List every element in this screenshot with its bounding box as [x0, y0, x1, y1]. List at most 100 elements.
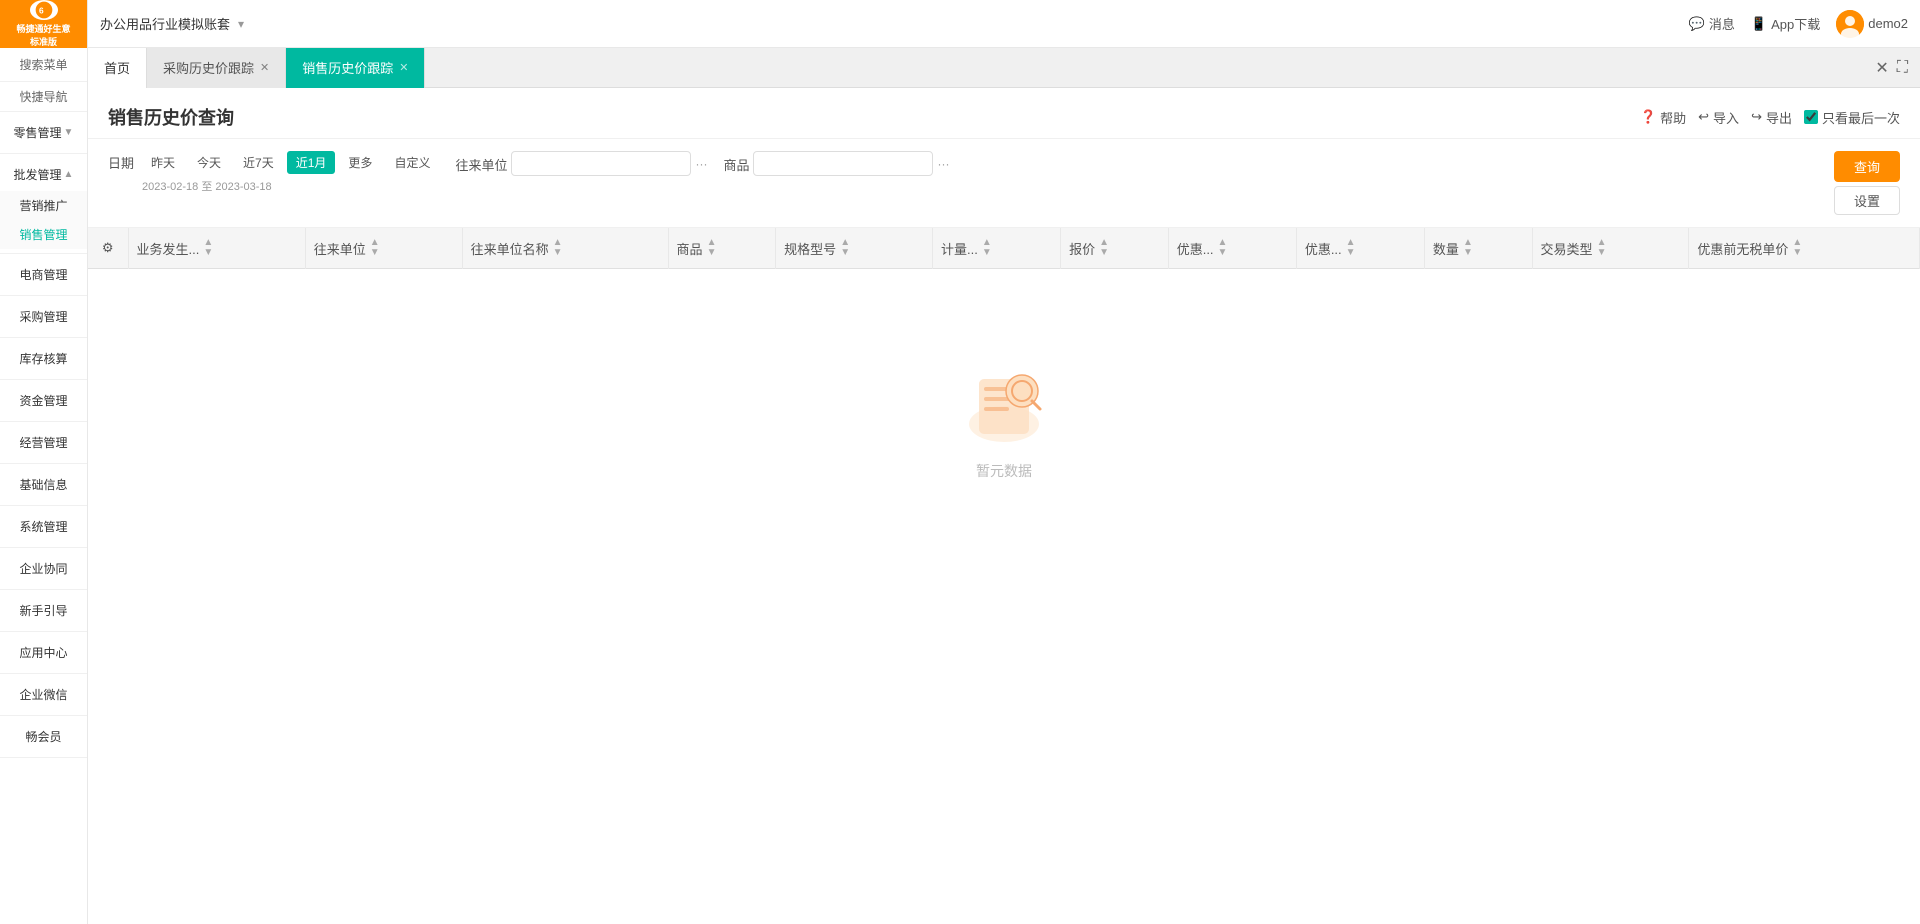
th-quote[interactable]: 报价 ▲▼ [1061, 228, 1169, 269]
partner-select-icon[interactable]: ··· [695, 157, 707, 171]
page-actions: ❓ 帮助 ↩ 导入 ↪ 导出 只看最后一次 [1640, 108, 1900, 127]
th-discount-amount-label: 优惠... [1305, 239, 1342, 258]
export-label: 导出 [1766, 108, 1792, 127]
th-product-label: 商品 [677, 239, 703, 258]
sidebar-item-purchase[interactable]: 采购管理 [0, 300, 87, 333]
th-unit-label: 计量... [941, 239, 978, 258]
sidebar-item-guide[interactable]: 新手引导 [0, 594, 87, 627]
sidebar-item-system-label: 系统管理 [19, 518, 67, 535]
table-container: ⚙ 业务发生... ▲▼ 往来单位 ▲▼ [88, 228, 1920, 561]
sidebar-item-basic[interactable]: 基础信息 [0, 468, 87, 501]
logo-icon: 6 [30, 0, 58, 20]
import-icon: ↩ [1698, 109, 1709, 125]
product-select-icon[interactable]: ··· [937, 157, 949, 171]
product-input[interactable] [753, 151, 933, 176]
th-no-tax-price[interactable]: 优惠前无税单价 ▲▼ [1689, 228, 1920, 269]
sort-icon-7: ▲▼ [1099, 238, 1109, 258]
app-download-btn[interactable]: 📱 App下载 [1751, 14, 1820, 33]
tab-sales-close-icon[interactable]: ✕ [399, 61, 408, 74]
close-all-tabs-icon[interactable]: ✕ [1875, 58, 1888, 78]
tabbar: 首页 采购历史价跟踪 ✕ 销售历史价跟踪 ✕ ✕ ⛶ [88, 48, 1920, 88]
sidebar-item-operations[interactable]: 经营管理 [0, 426, 87, 459]
th-date[interactable]: 业务发生... ▲▼ [128, 228, 305, 269]
help-label: 帮助 [1660, 108, 1686, 127]
only-last-checkbox[interactable] [1804, 110, 1818, 124]
download-icon: 📱 [1751, 16, 1767, 32]
th-unit[interactable]: 计量... ▲▼ [932, 228, 1060, 269]
sidebar-item-apps-label: 应用中心 [19, 644, 67, 661]
sidebar-item-apps[interactable]: 应用中心 [0, 636, 87, 669]
query-button[interactable]: 查询 [1834, 151, 1900, 182]
main-area: 办公用品行业模拟账套 ▾ 💬 消息 📱 App下载 demo2 首页 [88, 0, 1920, 924]
sidebar-item-inventory[interactable]: 库存核算 [0, 342, 87, 375]
tab-sales[interactable]: 销售历史价跟踪 ✕ [286, 48, 425, 88]
topbar-dropdown-icon[interactable]: ▾ [238, 17, 244, 31]
th-quantity[interactable]: 数量 ▲▼ [1424, 228, 1532, 269]
date-btn-7days[interactable]: 近7天 [234, 151, 283, 174]
sidebar: 6 畅捷通好生意 标准版 搜索菜单 快捷导航 零售管理 ▼ 批发管理 ▲ 营销推… [0, 0, 88, 924]
only-last-checkbox-group: 只看最后一次 [1804, 108, 1900, 127]
th-date-label: 业务发生... [137, 239, 200, 258]
svg-text:6: 6 [39, 5, 44, 15]
user-menu[interactable]: demo2 [1836, 10, 1908, 38]
sidebar-item-wholesale-label: 批发管理 [14, 166, 62, 183]
date-label: 日期 [108, 151, 134, 172]
tab-purchase[interactable]: 采购历史价跟踪 ✕ [147, 48, 286, 88]
sort-icon-8: ▲▼ [1218, 238, 1228, 258]
settings-button[interactable]: 设置 [1834, 186, 1900, 215]
th-discount-rate-label: 优惠... [1177, 239, 1214, 258]
sidebar-section-purchase: 采购管理 [0, 296, 87, 338]
date-btn-custom[interactable]: 自定义 [385, 151, 439, 174]
sidebar-item-ecommerce[interactable]: 电商管理 [0, 258, 87, 291]
export-btn[interactable]: ↪ 导出 [1751, 108, 1792, 127]
topbar-title: 办公用品行业模拟账套 [100, 14, 230, 33]
sidebar-item-purchase-label: 采购管理 [19, 308, 67, 325]
th-partner-name[interactable]: 往来单位名称 ▲▼ [462, 228, 668, 269]
search-menu[interactable]: 搜索菜单 [0, 48, 87, 82]
help-btn[interactable]: ❓ 帮助 [1640, 108, 1686, 127]
date-range-text: 2023-02-18 至 2023-03-18 [142, 178, 439, 194]
tab-home[interactable]: 首页 [88, 48, 147, 88]
message-icon: 💬 [1689, 16, 1705, 32]
fullscreen-icon[interactable]: ⛶ [1897, 59, 1908, 77]
th-trade-type-label: 交易类型 [1541, 239, 1593, 258]
sort-icon-9: ▲▼ [1346, 238, 1356, 258]
sidebar-item-wechat[interactable]: 企业微信 [0, 678, 87, 711]
partner-input[interactable] [511, 151, 691, 176]
message-btn[interactable]: 💬 消息 [1689, 14, 1735, 33]
th-spec[interactable]: 规格型号 ▲▼ [776, 228, 933, 269]
export-icon: ↪ [1751, 109, 1762, 125]
sidebar-item-collab-label: 企业协同 [19, 560, 67, 577]
quick-nav[interactable]: 快捷导航 [0, 82, 87, 112]
sidebar-item-wholesale[interactable]: 批发管理 ▲ [0, 158, 87, 191]
sidebar-item-retail[interactable]: 零售管理 ▼ [0, 116, 87, 149]
sidebar-item-member[interactable]: 畅会员 [0, 720, 87, 753]
sidebar-item-sales[interactable]: 销售管理 [0, 220, 87, 249]
sidebar-item-collab[interactable]: 企业协同 [0, 552, 87, 585]
tabbar-end: ✕ ⛶ [1875, 58, 1920, 78]
date-btn-1month[interactable]: 近1月 [287, 151, 336, 174]
th-partner-code[interactable]: 往来单位 ▲▼ [305, 228, 462, 269]
th-spec-label: 规格型号 [784, 239, 836, 258]
th-settings[interactable]: ⚙ [88, 228, 128, 269]
date-btn-yesterday[interactable]: 昨天 [142, 151, 184, 174]
sort-icon-12: ▲▼ [1792, 238, 1802, 258]
date-btn-more[interactable]: 更多 [339, 151, 381, 174]
import-btn[interactable]: ↩ 导入 [1698, 108, 1739, 127]
date-btn-today[interactable]: 今天 [188, 151, 230, 174]
sidebar-item-guide-label: 新手引导 [19, 602, 67, 619]
th-trade-type[interactable]: 交易类型 ▲▼ [1532, 228, 1689, 269]
tab-home-label: 首页 [104, 58, 130, 77]
th-partner-code-label: 往来单位 [314, 239, 366, 258]
empty-icon [954, 349, 1054, 449]
sidebar-item-marketing[interactable]: 营销推广 [0, 191, 87, 220]
th-discount-amount[interactable]: 优惠... ▲▼ [1296, 228, 1424, 269]
th-product[interactable]: 商品 ▲▼ [668, 228, 776, 269]
tab-purchase-close-icon[interactable]: ✕ [260, 61, 269, 74]
sidebar-item-system[interactable]: 系统管理 [0, 510, 87, 543]
th-discount-rate[interactable]: 优惠... ▲▼ [1168, 228, 1296, 269]
sort-icon-6: ▲▼ [982, 238, 992, 258]
sidebar-item-finance[interactable]: 资金管理 [0, 384, 87, 417]
only-last-label: 只看最后一次 [1822, 108, 1900, 127]
app-download-label: App下载 [1771, 14, 1820, 33]
